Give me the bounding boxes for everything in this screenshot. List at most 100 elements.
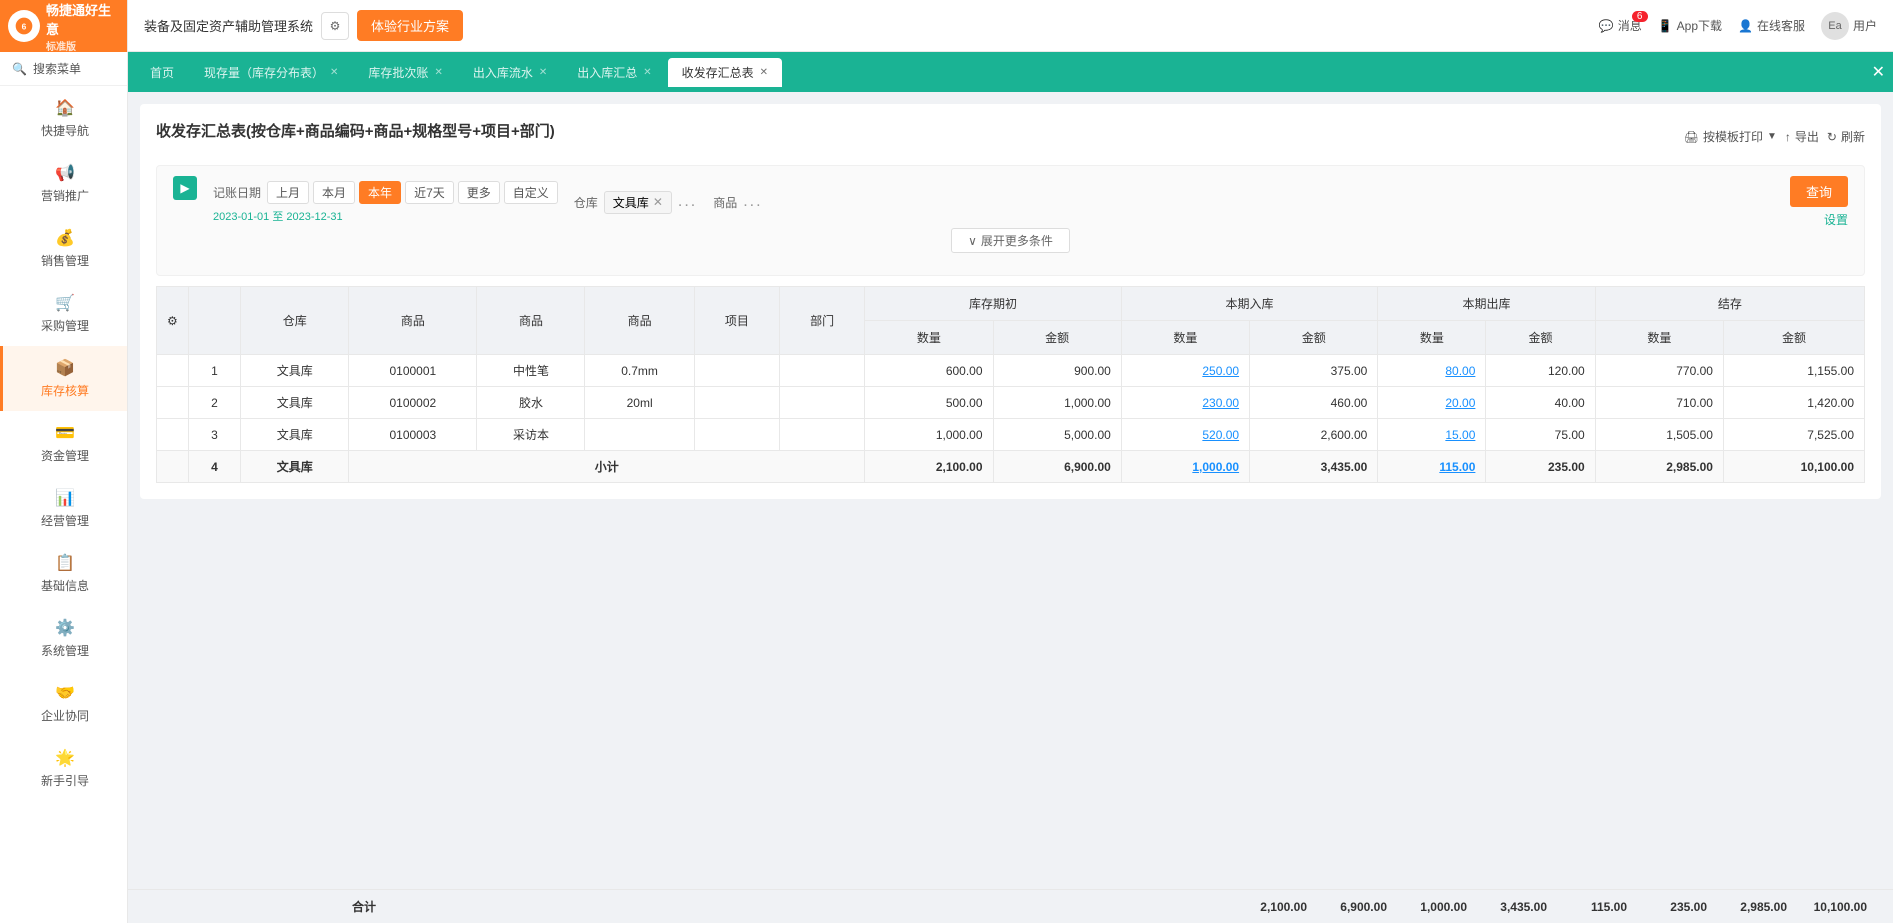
tab-summary-close[interactable]: ✕ [643, 67, 651, 78]
sidebar-item-inventory[interactable]: 📦 库存核算 [0, 346, 127, 411]
message-icon: 💬 [1599, 19, 1614, 33]
row1-settings [157, 355, 189, 387]
tabs-bar: 首页 现存量（库存分布表） ✕ 库存批次账 ✕ 出入库流水 ✕ 出入库汇总 ✕ … [128, 52, 1893, 92]
close-all-tabs[interactable]: ✕ [1872, 62, 1885, 82]
export-btn[interactable]: ↑ 导出 [1785, 128, 1819, 145]
print-btn[interactable]: 🖨 按模板打印 ▼ [1684, 128, 1777, 145]
row1-product-code: 0100001 [349, 355, 477, 387]
row1-in-qty[interactable]: 250.00 [1121, 355, 1249, 387]
sidebar-item-quick-nav[interactable]: 🏠 快捷导航 [0, 86, 127, 151]
sidebar-item-system[interactable]: ⚙️ 系统管理 [0, 606, 127, 671]
newbie-label: 新手引导 [41, 772, 89, 789]
row2-index: 2 [188, 387, 240, 419]
collab-icon: 🤝 [55, 683, 75, 703]
subtotal-out-qty[interactable]: 115.00 [1378, 451, 1486, 483]
subtotal-in-qty[interactable]: 1,000.00 [1121, 451, 1249, 483]
logo-icon: 6 [8, 10, 40, 42]
avatar: Ea [1821, 12, 1849, 40]
sidebar-item-purchase[interactable]: 🛒 采购管理 [0, 281, 127, 346]
marketing-label: 营销推广 [41, 187, 89, 204]
message-action[interactable]: 💬 消息 6 [1599, 17, 1642, 34]
sidebar-item-sales[interactable]: 💰 销售管理 [0, 216, 127, 281]
warehouse-more-btn[interactable]: ... [678, 193, 697, 211]
tab-receive-summary-close[interactable]: ✕ [760, 67, 768, 78]
row1-opening-amt: 900.00 [993, 355, 1121, 387]
total-opening-qty: 2,100.00 [1237, 900, 1317, 914]
tab-inventory-dist-close[interactable]: ✕ [330, 67, 338, 78]
sidebar-item-operations[interactable]: 📊 经营管理 [0, 476, 127, 541]
subtotal-out-amt: 235.00 [1486, 451, 1595, 483]
sidebar-item-newbie[interactable]: 🌟 新手引导 [0, 736, 127, 801]
app-subtitle: 标准版 [46, 38, 119, 53]
row1-opening-qty: 600.00 [865, 355, 993, 387]
export-label: 导出 [1795, 128, 1819, 145]
date-btn-7days[interactable]: 近7天 [405, 181, 454, 204]
sidebar: 6 畅捷通好生意 标准版 🔍 搜索菜单 🏠 快捷导航 📢 营销推广 💰 销售管理… [0, 0, 128, 923]
date-btn-this-month[interactable]: 本月 [313, 181, 355, 204]
date-btn-more[interactable]: 更多 [458, 181, 500, 204]
tab-inventory-dist[interactable]: 现存量（库存分布表） ✕ [190, 58, 352, 87]
search-menu[interactable]: 🔍 搜索菜单 [0, 52, 127, 86]
sidebar-item-basic-info[interactable]: 📋 基础信息 [0, 541, 127, 606]
refresh-btn[interactable]: ↻ 刷新 [1827, 128, 1865, 145]
top-header: 装备及固定资产辅助管理系统 ⚙ 体验行业方案 💬 消息 6 📱 App下载 👤 … [128, 0, 1893, 52]
sidebar-item-marketing[interactable]: 📢 营销推广 [0, 151, 127, 216]
sidebar-nav: 📢 营销推广 💰 销售管理 🛒 采购管理 📦 库存核算 💳 资金管理 📊 经营管… [0, 151, 127, 923]
date-filters: 上月 本月 本年 近7天 更多 自定义 [267, 181, 558, 204]
row2-opening-qty: 500.00 [865, 387, 993, 419]
warehouse-filter-label: 仓库 [574, 194, 598, 211]
row3-product-name: 采访本 [477, 419, 585, 451]
refresh-label: 刷新 [1841, 128, 1865, 145]
tab-flow-close[interactable]: ✕ [539, 67, 547, 78]
date-btn-custom[interactable]: 自定义 [504, 181, 558, 204]
tab-receive-summary[interactable]: 收发存汇总表 ✕ [668, 58, 782, 87]
table-row: 2 文具库 0100002 胶水 20ml 500.00 1,000.00 23… [157, 387, 1865, 419]
warehouse-tag-close[interactable]: ✕ [653, 195, 663, 209]
tab-flow[interactable]: 出入库流水 ✕ [459, 58, 561, 87]
sidebar-item-collaboration[interactable]: 🤝 企业协同 [0, 671, 127, 736]
date-btn-last-month[interactable]: 上月 [267, 181, 309, 204]
row1-out-qty[interactable]: 80.00 [1378, 355, 1486, 387]
date-btn-this-year[interactable]: 本年 [359, 181, 401, 204]
row3-index: 3 [188, 419, 240, 451]
subtotal-row: 4 文具库 小计 2,100.00 6,900.00 1,000.00 3,43… [157, 451, 1865, 483]
row2-out-qty[interactable]: 20.00 [1378, 387, 1486, 419]
sidebar-item-finance[interactable]: 💳 资金管理 [0, 411, 127, 476]
row2-in-qty[interactable]: 230.00 [1121, 387, 1249, 419]
user-action[interactable]: Ea 用户 [1821, 12, 1877, 40]
tab-receive-summary-label: 收发存汇总表 [682, 64, 754, 81]
total-opening-amt: 6,900.00 [1317, 900, 1397, 914]
subtotal-label: 小计 [349, 451, 865, 483]
app-download-action[interactable]: 📱 App下载 [1658, 17, 1722, 34]
row3-in-qty[interactable]: 520.00 [1121, 419, 1249, 451]
total-in-amt: 3,435.00 [1477, 900, 1557, 914]
system-settings-btn[interactable]: ⚙ [321, 12, 349, 40]
logo-text: 畅捷通好生意 标准版 [46, 0, 119, 53]
query-button[interactable]: 查询 [1790, 176, 1848, 207]
col-settings-header[interactable]: ⚙ [157, 287, 189, 355]
trial-button[interactable]: 体验行业方案 [357, 10, 463, 41]
filter-settings-link[interactable]: 设置 [1824, 211, 1848, 228]
col-project-header: 项目 [694, 287, 779, 355]
filter-arrow[interactable]: ▶ [173, 176, 197, 200]
app-name: 畅捷通好生意 [46, 0, 119, 38]
tab-batch[interactable]: 库存批次账 ✕ [354, 58, 456, 87]
system-label: 系统管理 [41, 642, 89, 659]
quicknav-label: 快捷导航 [41, 122, 89, 139]
tab-summary[interactable]: 出入库汇总 ✕ [563, 58, 665, 87]
row1-product-name: 中性笔 [477, 355, 585, 387]
online-service-action[interactable]: 👤 在线客服 [1738, 17, 1805, 34]
product-more-btn[interactable]: ... [743, 193, 762, 211]
header-left: 装备及固定资产辅助管理系统 ⚙ 体验行业方案 [144, 10, 463, 41]
search-icon: 🔍 [12, 62, 27, 76]
quicknav-icon: 🏠 [55, 98, 75, 118]
print-icon: 🖨 [1684, 130, 1699, 144]
row3-out-qty[interactable]: 15.00 [1378, 419, 1486, 451]
basic-label: 基础信息 [41, 577, 89, 594]
tab-batch-close[interactable]: ✕ [434, 67, 442, 78]
tab-summary-label: 出入库汇总 [577, 64, 637, 81]
tab-home[interactable]: 首页 [136, 58, 188, 87]
col-in-qty-header: 数量 [1121, 321, 1249, 355]
subtotal-closing-qty: 2,985.00 [1595, 451, 1723, 483]
expand-more-btn[interactable]: ∨ 展开更多条件 [951, 228, 1070, 253]
